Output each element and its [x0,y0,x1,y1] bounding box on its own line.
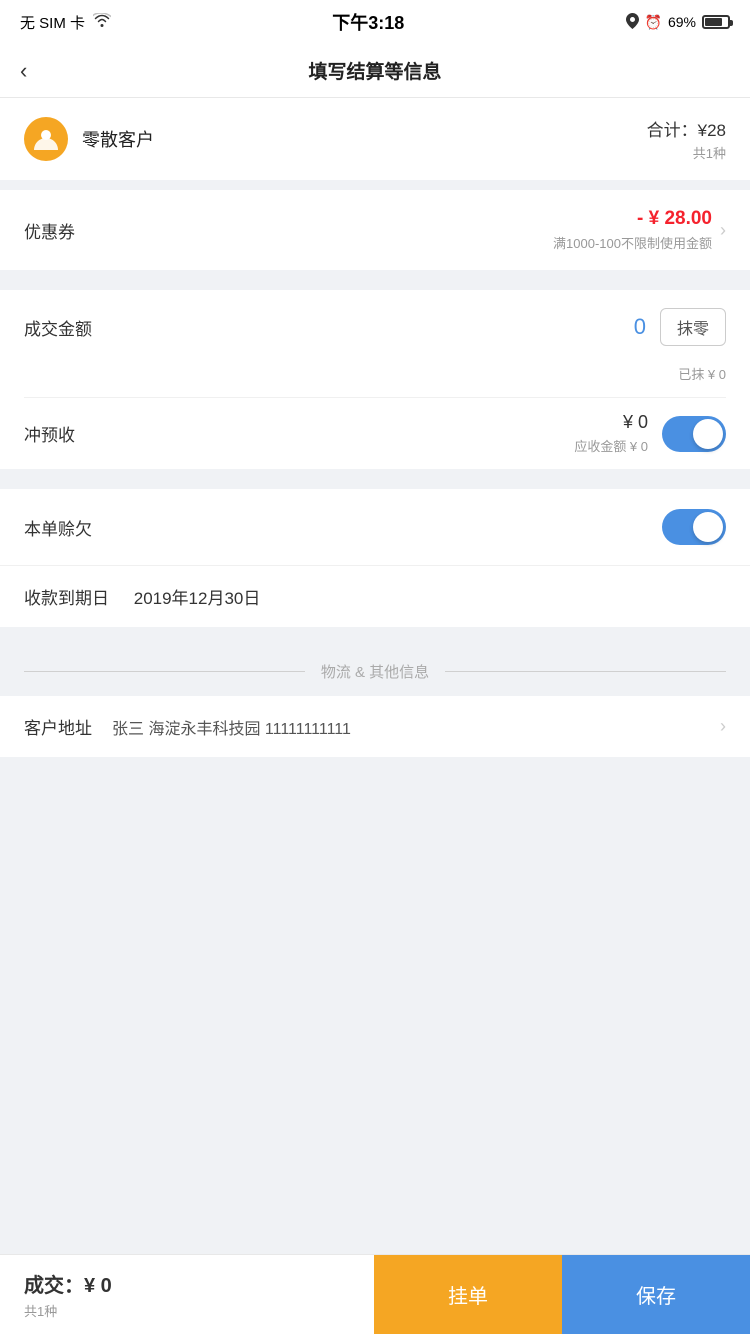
wifi-icon [93,13,111,31]
bottom-summary: 成交：¥ 0 共1种 [0,1269,374,1320]
customer-card: 零散客户 合计：¥28 共1种 [0,98,750,180]
debt-toggle-knob [693,512,723,542]
carrier-text: 无 SIM 卡 [20,12,85,33]
transaction-amount-row: 成交金额 抹零 [0,290,750,364]
bottom-bar: 成交：¥ 0 共1种 挂单 保存 [0,1254,750,1334]
prepay-right: ¥ 0 应收金额 ¥ 0 [574,412,726,455]
address-chevron-icon: › [720,716,726,737]
bottom-deal-amount: ¥ 0 [84,1275,112,1297]
address-value: 张三 海淀永丰科技园 11111111111 [112,715,720,739]
battery-icon [702,15,730,29]
bottom-deal: 成交：¥ 0 [24,1269,350,1298]
coupon-card[interactable]: 优惠券 - ¥ 28.00 满1000-100不限制使用金额 › [0,190,750,270]
debt-row: 本单赊欠 [0,489,750,565]
battery-percent: 69% [668,14,696,30]
bottom-count: 共1种 [24,1301,350,1320]
customer-right: 合计：¥28 共1种 [647,116,726,162]
due-date-row: 收款到期日 2019年12月30日 [0,565,750,627]
logistics-label: 物流 & 其他信息 [321,661,429,682]
status-right: ⏰ 69% [626,13,730,32]
status-bar: 无 SIM 卡 下午3:18 ⏰ 69% [0,0,750,44]
prepay-amounts: ¥ 0 应收金额 ¥ 0 [574,412,648,455]
coupon-desc: 满1000-100不限制使用金额 [553,233,712,252]
debt-toggle[interactable] [662,509,726,545]
debt-card: 本单赊欠 收款到期日 2019年12月30日 [0,489,750,627]
address-label: 客户地址 [24,714,92,739]
location-icon [626,13,639,32]
round-zero-sub: 已抹 ¥ 0 [0,364,750,397]
prepay-toggle[interactable] [662,416,726,452]
alarm-icon: ⏰ [645,14,662,31]
logistics-line-left [24,671,305,672]
prepay-sub: 应收金额 ¥ 0 [574,436,648,455]
bottom-deal-label: 成交： [24,1275,84,1297]
prepay-row: 冲预收 ¥ 0 应收金额 ¥ 0 [0,398,750,469]
section-gap-3 [0,637,750,647]
save-button[interactable]: 保存 [562,1255,750,1334]
transaction-card: 成交金额 抹零 已抹 ¥ 0 冲预收 ¥ 0 应收金额 ¥ 0 [0,290,750,469]
coupon-right: - ¥ 28.00 满1000-100不限制使用金额 › [553,208,726,252]
page-title: 填写结算等信息 [308,57,441,84]
avatar [24,117,68,161]
customer-row: 零散客户 合计：¥28 共1种 [0,98,750,180]
status-left: 无 SIM 卡 [20,12,111,33]
status-time: 下午3:18 [332,9,404,35]
due-date-value: 2019年12月30日 [134,589,261,608]
prepay-value: ¥ 0 [574,412,648,433]
debt-label: 本单赊欠 [24,515,92,540]
coupon-row[interactable]: 优惠券 - ¥ 28.00 满1000-100不限制使用金额 › [0,190,750,270]
total-count: 共1种 [647,143,726,162]
toggle-knob [693,419,723,449]
transaction-label: 成交金额 [24,315,92,340]
back-button[interactable]: ‹ [20,58,27,84]
customer-left: 零散客户 [24,117,154,161]
section-gap-1 [0,280,750,290]
address-row[interactable]: 客户地址 张三 海淀永丰科技园 11111111111 › [0,696,750,757]
content: 零散客户 合计：¥28 共1种 优惠券 - ¥ 28.00 满1000-100不… [0,98,750,867]
round-zero-button[interactable]: 抹零 [660,308,726,346]
coupon-amount: - ¥ 28.00 [553,208,712,230]
transaction-right: 抹零 [606,308,726,346]
transaction-amount-input[interactable] [606,314,646,340]
coupon-label: 优惠券 [24,218,75,243]
due-date-label: 收款到期日 [24,589,109,608]
logistics-section: 物流 & 其他信息 [0,647,750,696]
section-gap-2 [0,479,750,489]
total-amount: 合计：¥28 [647,116,726,141]
nav-bar: ‹ 填写结算等信息 [0,44,750,98]
customer-name: 零散客户 [82,126,154,152]
prepay-label: 冲预收 [24,421,75,446]
coupon-info: - ¥ 28.00 满1000-100不限制使用金额 [553,208,712,252]
logistics-line-right [445,671,726,672]
chevron-right-icon: › [720,220,726,241]
hold-button[interactable]: 挂单 [374,1255,562,1334]
